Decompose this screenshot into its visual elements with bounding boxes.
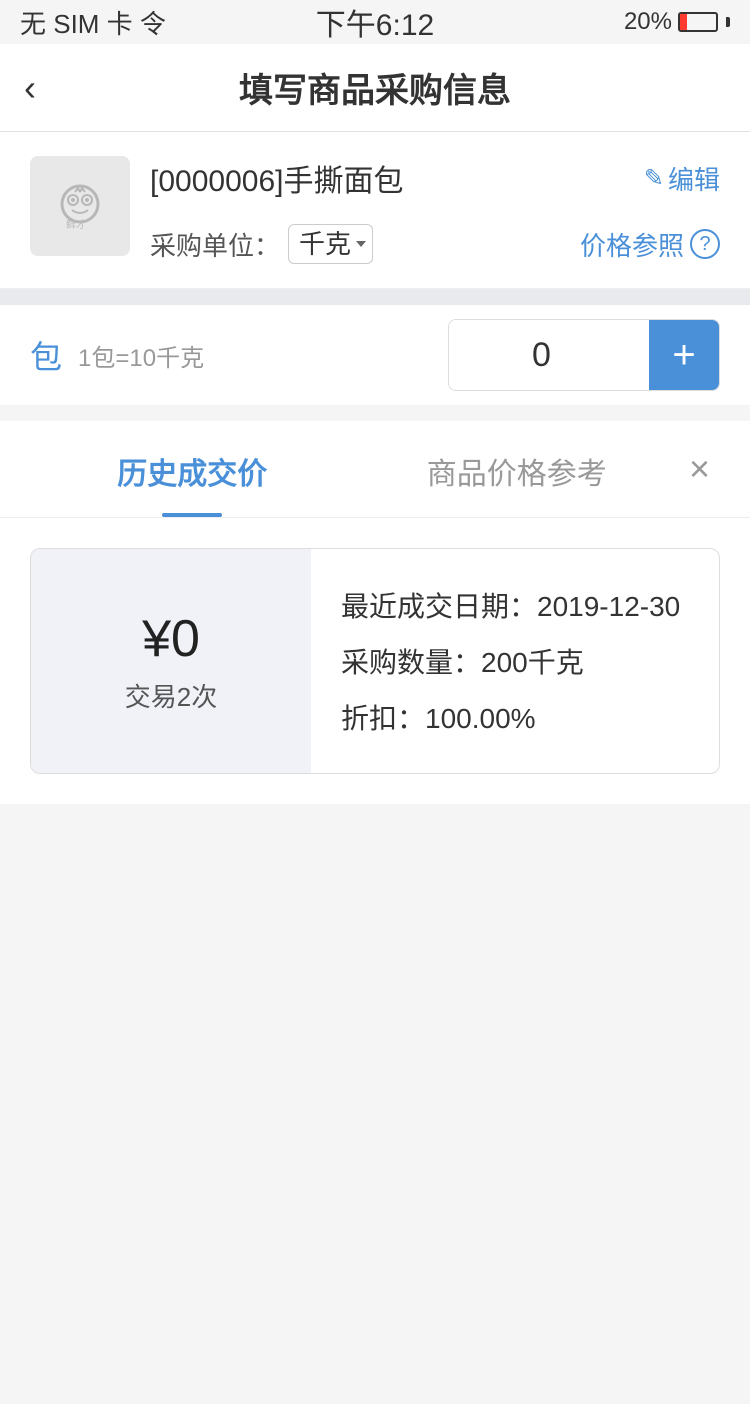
history-card: ¥0 交易2次 最近成交日期：2019-12-30 采购数量：200千克 折扣：… [30, 548, 720, 774]
quantity-plus-button[interactable]: + [649, 320, 719, 390]
quantity-input[interactable] [449, 320, 649, 390]
unit-select[interactable]: 千克 包 [288, 224, 373, 264]
price-ref-button[interactable]: 价格参照 ? [580, 226, 720, 263]
price-ref-icon: ? [690, 229, 720, 259]
history-count: 交易2次 [125, 677, 217, 714]
tab-history-price[interactable]: 历史成交价 [30, 421, 354, 517]
nav-bar: ‹ 填写商品采购信息 [0, 44, 750, 132]
quantity-input-group: + [448, 319, 720, 391]
product-info: [0000006]手撕面包 ✎ 编辑 采购单位： 千克 包 价格参照 ? [150, 156, 720, 264]
unit-label: 采购单位： 千克 包 [150, 224, 373, 264]
back-button[interactable]: ‹ [24, 67, 36, 109]
status-right: 20% [624, 8, 730, 36]
history-discount: 折扣：100.00% [341, 697, 689, 737]
tab-bar: 历史成交价 商品价格参考 × [0, 421, 750, 518]
product-name: [0000006]手撕面包 [150, 156, 403, 200]
quantity-unit-info: 包 1包=10千克 [30, 332, 204, 378]
history-quantity: 采购数量：200千克 [341, 641, 689, 681]
history-date: 最近成交日期：2019-12-30 [341, 585, 689, 625]
edit-icon: ✎ [644, 164, 664, 193]
status-battery-text: 20% [624, 8, 672, 36]
tab-product-price-ref[interactable]: 商品价格参考 [354, 421, 678, 517]
product-thumb-icon: 鲜才 [50, 176, 110, 236]
status-bar: 无 SIM 卡 令 下午6:12 20% [0, 0, 750, 44]
quantity-row: 包 1包=10千克 + [0, 305, 750, 405]
battery-icon [678, 12, 718, 32]
history-price: ¥0 [142, 609, 200, 669]
product-thumbnail: 鲜才 [30, 156, 130, 256]
price-ref-label: 价格参照 [580, 226, 684, 263]
status-time: 下午6:12 [316, 0, 434, 44]
history-left: ¥0 交易2次 [31, 549, 311, 773]
page-title: 填写商品采购信息 [239, 63, 511, 112]
battery-tip [726, 17, 730, 27]
tab-content: ¥0 交易2次 最近成交日期：2019-12-30 采购数量：200千克 折扣：… [0, 518, 750, 804]
tab-close-button[interactable]: × [679, 438, 720, 500]
bottom-space [0, 804, 750, 1404]
status-signal: 无 SIM 卡 令 [20, 4, 166, 41]
unit-conversion: 1包=10千克 [78, 338, 204, 373]
edit-button[interactable]: ✎ 编辑 [644, 160, 720, 197]
tab-section: 历史成交价 商品价格参考 × ¥0 交易2次 最近成交日期：2019-12-30… [0, 421, 750, 804]
product-card: 鲜才 [0000006]手撕面包 ✎ 编辑 采购单位： 千克 包 价格参照 ? [0, 132, 750, 289]
unit-box: 包 [30, 332, 62, 378]
history-right: 最近成交日期：2019-12-30 采购数量：200千克 折扣：100.00% [311, 549, 719, 773]
edit-label: 编辑 [668, 160, 720, 197]
separator [0, 289, 750, 305]
svg-text:鲜才: 鲜才 [66, 218, 86, 231]
